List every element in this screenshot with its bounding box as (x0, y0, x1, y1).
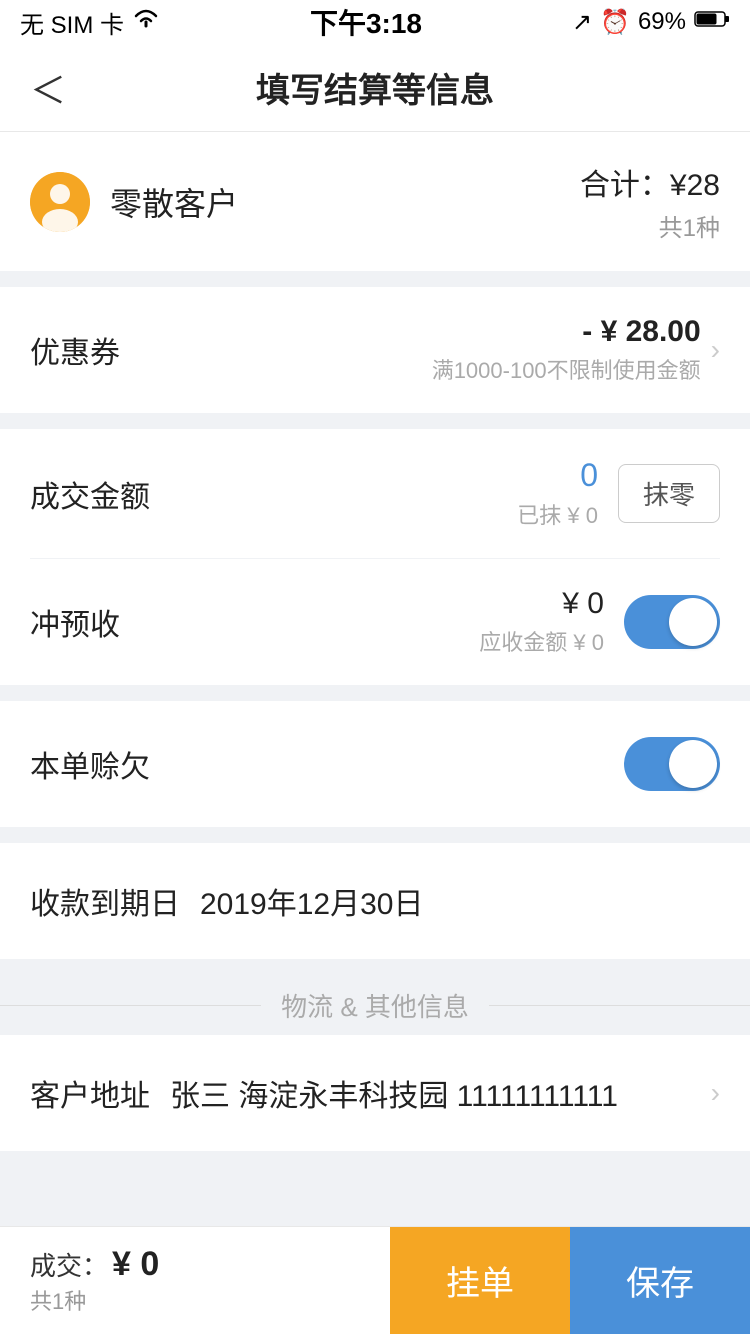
coupon-label: 优惠券 (30, 328, 120, 372)
advance-toggle[interactable] (624, 595, 720, 649)
logistics-divider: 物流 & 其他信息 (0, 975, 750, 1035)
round-button[interactable]: 抹零 (618, 464, 720, 523)
save-button[interactable]: 保存 (570, 1227, 750, 1334)
customer-avatar (30, 172, 90, 232)
due-date-label: 收款到期日 (30, 879, 180, 923)
bottom-count: 共1种 (30, 1284, 360, 1316)
amount-row: 成交金额 0 已抹 ¥ 0 抹零 (30, 429, 720, 559)
pending-button[interactable]: 挂单 (390, 1227, 570, 1334)
transaction-section: 成交金额 0 已抹 ¥ 0 抹零 冲预收 ¥ 0 应收金额 ¥ 0 (0, 429, 750, 685)
customer-left: 零散客户 (30, 172, 238, 232)
alarm-icon: ⏰ (600, 8, 630, 37)
coupon-right: - ¥ 28.00 满1000-100不限制使用金额 › (432, 315, 720, 385)
advance-row: 冲预收 ¥ 0 应收金额 ¥ 0 (30, 559, 720, 685)
debit-toggle-knob (669, 740, 717, 788)
status-time: 下午3:18 (310, 2, 422, 42)
sim-label: 无 SIM 卡 (20, 5, 124, 40)
bottom-bar: 成交： ¥ 0 共1种 挂单 保存 (0, 1226, 750, 1334)
status-right: ↗ ⏰ 69% (572, 8, 730, 37)
back-button[interactable]: ＜ (30, 62, 66, 114)
battery-icon (694, 8, 730, 36)
customer-row: 零散客户 合计：¥28 共1种 (0, 132, 750, 271)
advance-sub: 应收金额 ¥ 0 (479, 625, 604, 657)
logistics-label: 物流 & 其他信息 (261, 987, 489, 1024)
status-bar: 无 SIM 卡 下午3:18 ↗ ⏰ 69% (0, 0, 750, 44)
deal-amount: ¥ 0 (112, 1245, 159, 1284)
address-label: 客户地址 (30, 1071, 150, 1115)
coupon-value: - ¥ 28.00 (432, 315, 701, 349)
due-date-value: 2019年12月30日 (200, 879, 423, 923)
toggle-knob (669, 598, 717, 646)
status-left: 无 SIM 卡 (20, 5, 160, 40)
amount-sub: 已抹 ¥ 0 (517, 498, 598, 530)
debit-label: 本单赊欠 (30, 742, 150, 786)
advance-amount: ¥ 0 (479, 587, 604, 621)
customer-name: 零散客户 (110, 179, 238, 225)
address-left: 客户地址 张三 海淀永丰科技园 11111111111 (30, 1071, 618, 1115)
advance-label: 冲预收 (30, 600, 120, 644)
debit-section: 本单赊欠 (0, 701, 750, 827)
address-chevron-icon: › (711, 1077, 720, 1109)
amount-label: 成交金额 (30, 472, 150, 516)
advance-right: ¥ 0 应收金额 ¥ 0 (479, 587, 720, 657)
customer-total: 合计：¥28 (580, 160, 720, 204)
wifi-icon (132, 8, 160, 36)
content-area: 零散客户 合计：¥28 共1种 优惠券 - ¥ 28.00 满1000-100不… (0, 132, 750, 1151)
address-value: 张三 海淀永丰科技园 11111111111 (170, 1071, 618, 1115)
amount-right: 0 已抹 ¥ 0 抹零 (517, 457, 720, 530)
coupon-desc: 满1000-100不限制使用金额 (432, 353, 701, 385)
advance-block: ¥ 0 应收金额 ¥ 0 (479, 587, 604, 657)
customer-summary: 合计：¥28 共1种 (580, 160, 720, 243)
debit-toggle[interactable] (624, 737, 720, 791)
page-title: 填写结算等信息 (256, 63, 494, 112)
coupon-amount: - ¥ 28.00 满1000-100不限制使用金额 (432, 315, 701, 385)
customer-count: 共1种 (580, 208, 720, 243)
coupon-row[interactable]: 优惠券 - ¥ 28.00 满1000-100不限制使用金额 › (0, 287, 750, 413)
battery-label: 69% (638, 8, 686, 36)
amount-block: 0 已抹 ¥ 0 (517, 457, 598, 530)
address-row[interactable]: 客户地址 张三 海淀永丰科技园 11111111111 › (0, 1035, 750, 1151)
nav-bar: ＜ 填写结算等信息 (0, 44, 750, 132)
debit-row: 本单赊欠 (30, 701, 720, 827)
location-icon: ↗ (572, 8, 592, 37)
due-date-row: 收款到期日 2019年12月30日 (0, 843, 750, 959)
chevron-right-icon: › (711, 334, 720, 366)
bottom-info: 成交： ¥ 0 共1种 (0, 1245, 390, 1316)
deal-label: 成交： (30, 1246, 108, 1283)
amount-value: 0 (517, 457, 598, 494)
